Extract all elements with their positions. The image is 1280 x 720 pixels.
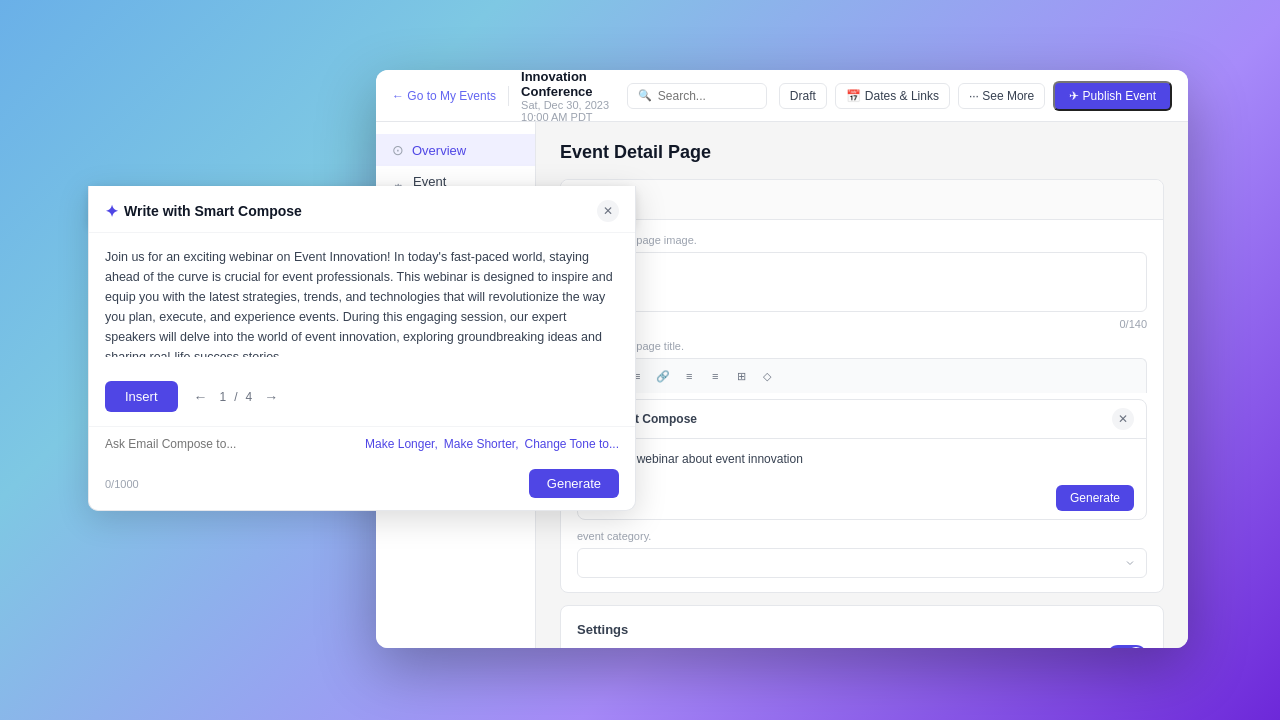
event-title: Innovation Conference (521, 70, 615, 99)
see-more-button[interactable]: ··· See More (958, 83, 1045, 109)
draft-button[interactable]: Draft (779, 83, 827, 109)
smart-compose-title-text: Write with Smart Compose (124, 203, 302, 219)
title-field-label: event detail page title. (577, 340, 1147, 352)
calendar-icon: 📅 (846, 89, 861, 103)
mini-more-btn[interactable]: ◇ (756, 365, 778, 387)
settings-title: Settings (577, 622, 1147, 637)
header-actions: Draft 📅 Dates & Links ··· See More ✈ Pub… (779, 81, 1172, 111)
category-select[interactable] (577, 548, 1147, 578)
search-input[interactable] (658, 89, 758, 103)
nav-current: 1 (220, 390, 227, 404)
smart-compose-close-button[interactable]: ✕ (597, 200, 619, 222)
mini-smart-header: ✦ Smart Compose ✕ (578, 400, 1146, 439)
smart-compose-actions: Insert ← 1 / 4 → (89, 371, 635, 426)
image-textarea[interactable] (577, 252, 1147, 312)
smart-compose-body: Join us for an exciting webinar on Event… (89, 233, 635, 371)
mini-ol-btn[interactable]: ≡ (704, 365, 726, 387)
suggestion-longer[interactable]: Make Longer, (365, 437, 438, 451)
nav-separator: / (234, 390, 237, 404)
page-title: Event Detail Page (560, 142, 1164, 163)
sidebar-label-overview: Overview (412, 143, 466, 158)
sidebar-item-overview[interactable]: ⊙ Overview (376, 134, 535, 166)
header-divider (508, 86, 509, 106)
compose-suggestions: Make Longer, Make Shorter, Change Tone t… (365, 437, 619, 451)
prev-button[interactable]: ← (190, 387, 212, 407)
compose-footer-bottom: 0/1000 Generate (89, 461, 635, 510)
mini-smart-close-button[interactable]: ✕ (1112, 408, 1134, 430)
insert-button[interactable]: Insert (105, 381, 178, 412)
mini-indent-btn[interactable]: ⊞ (730, 365, 752, 387)
image-char-count: 0/140 (577, 318, 1147, 330)
search-box[interactable]: 🔍 (627, 83, 767, 109)
smart-compose-modal: ✦ Write with Smart Compose ✕ Join us for… (88, 186, 636, 511)
nav-total: 4 (246, 390, 253, 404)
pagination-nav: ← 1 / 4 → (190, 387, 283, 407)
settings-row-share: Allow event to be shared Enabling this f… (577, 645, 1147, 648)
generated-text: Join us for an exciting webinar on Event… (105, 247, 619, 357)
mini-generate-button[interactable]: Generate (1056, 485, 1134, 511)
event-date: Sat, Dec 30, 2023 10:00 AM PDT (521, 99, 615, 123)
publish-button[interactable]: ✈ Publish Event (1053, 81, 1172, 111)
settings-text-share: Allow event to be shared Enabling this f… (577, 645, 917, 648)
event-info: Innovation Conference Sat, Dec 30, 2023 … (521, 70, 615, 123)
suggestion-tone[interactable]: Change Tone to... (524, 437, 619, 451)
category-field: event category. (577, 530, 1147, 578)
mini-toolbar: 16 ≡ 🔗 ≡ ≡ ⊞ ◇ (577, 358, 1147, 393)
ai-star-icon: ✦ (105, 202, 118, 221)
mini-smart-input[interactable] (590, 452, 1134, 466)
compose-char-count: 0/1000 (105, 478, 139, 490)
category-label: event category. (577, 530, 1147, 542)
compose-input[interactable] (105, 437, 355, 451)
mini-list-btn[interactable]: ≡ (678, 365, 700, 387)
smart-compose-header: ✦ Write with Smart Compose ✕ (89, 186, 635, 233)
dates-links-button[interactable]: 📅 Dates & Links (835, 83, 950, 109)
content-section: Content event detail page image. 0/140 e… (560, 179, 1164, 593)
next-button[interactable]: → (260, 387, 282, 407)
content-header: Content (561, 180, 1163, 220)
smart-compose-title: ✦ Write with Smart Compose (105, 202, 597, 221)
title-field-section: event detail page title. 16 ≡ 🔗 ≡ ≡ ⊞ ◇ (577, 340, 1147, 520)
share-toggle[interactable] (1107, 645, 1147, 648)
generate-button[interactable]: Generate (529, 469, 619, 498)
overview-icon: ⊙ (392, 142, 404, 158)
suggestion-shorter[interactable]: Make Shorter, (444, 437, 519, 451)
image-field-label: event detail page image. (577, 234, 1147, 246)
smart-compose-footer: Make Longer, Make Shorter, Change Tone t… (89, 426, 635, 461)
mini-smart-body (578, 439, 1146, 477)
mini-smart-compose: ✦ Smart Compose ✕ Generate (577, 399, 1147, 520)
app-header: ← Go to My Events Innovation Conference … (376, 70, 1188, 122)
settings-section: Settings Allow event to be shared Enabli… (560, 605, 1164, 648)
search-icon: 🔍 (638, 89, 652, 102)
settings-share-title: Allow event to be shared (577, 645, 917, 648)
content-body: event detail page image. 0/140 event det… (561, 220, 1163, 592)
mini-link-btn[interactable]: 🔗 (652, 365, 674, 387)
back-link[interactable]: ← Go to My Events (392, 89, 496, 103)
mini-smart-footer: Generate (578, 477, 1146, 519)
